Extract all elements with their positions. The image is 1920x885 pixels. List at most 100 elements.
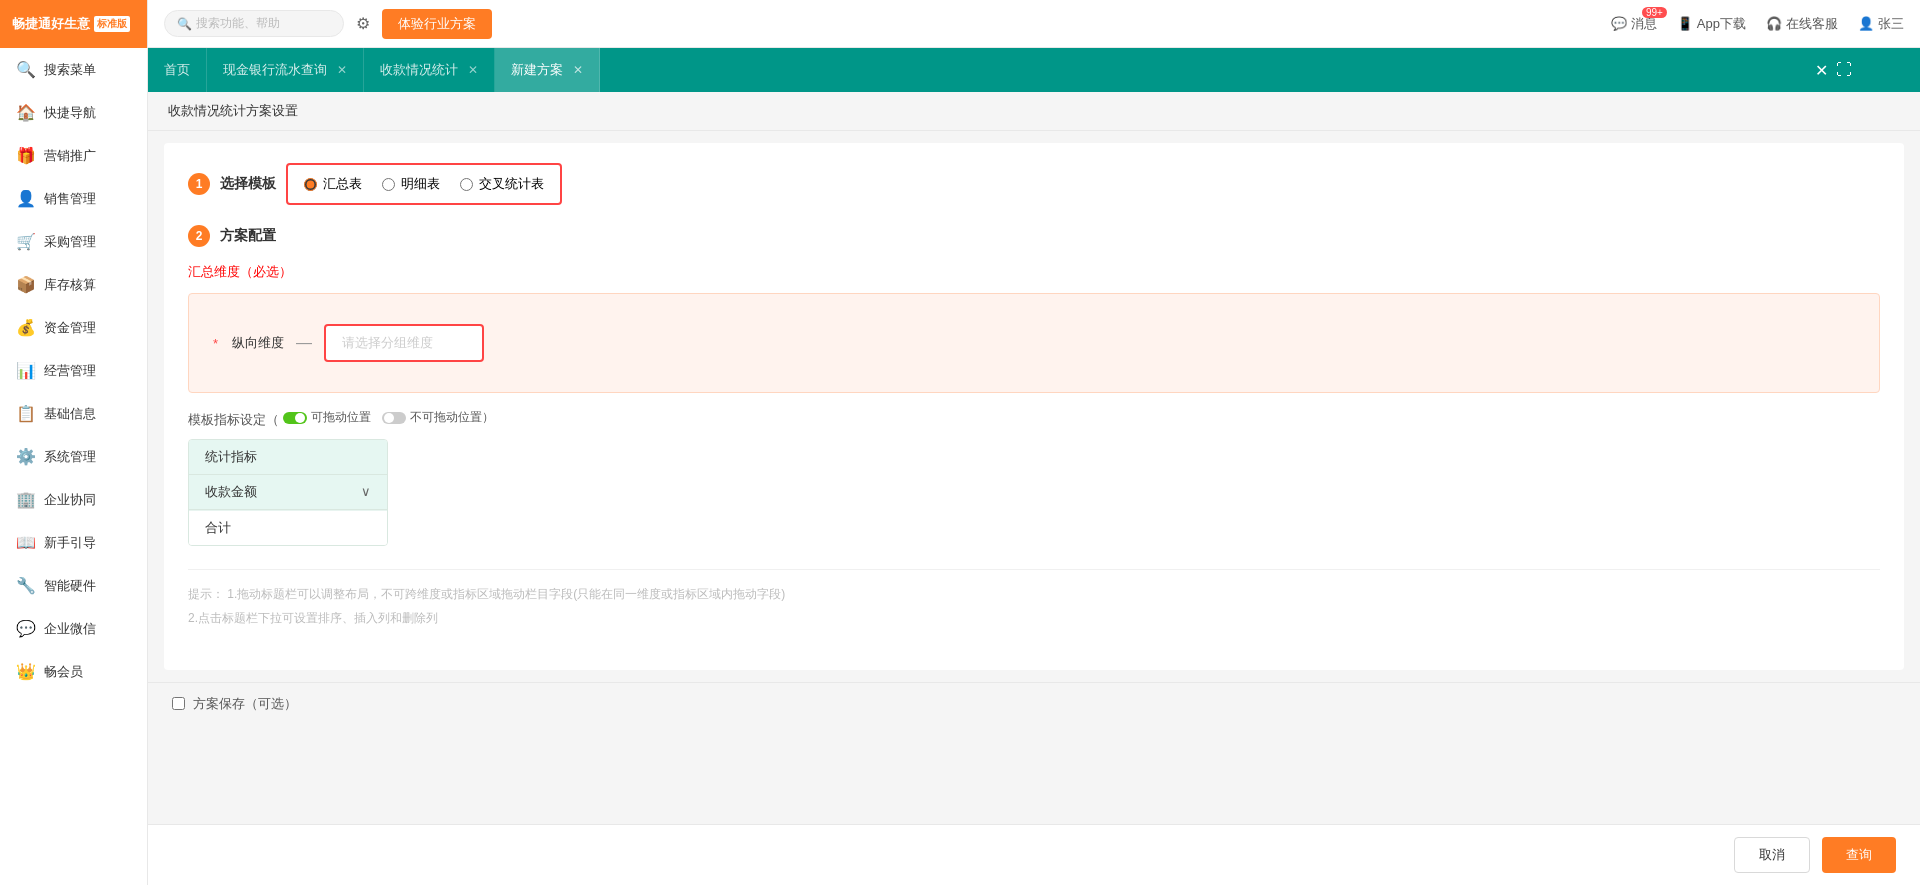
sidebar-item-label: 基础信息 xyxy=(44,405,96,423)
step2-header: 2 方案配置 xyxy=(188,225,1880,247)
tip-line2: 2.点击标题栏下拉可设置排序、插入列和删除列 xyxy=(188,606,1880,630)
radio-summary-label: 汇总表 xyxy=(323,175,362,193)
save-checkbox[interactable] xyxy=(172,697,185,710)
sidebar-item-label: 营销推广 xyxy=(44,147,96,165)
sidebar-item-guide[interactable]: 📖新手引导 xyxy=(0,521,147,564)
main-area: 🔍 搜索功能、帮助 ⚙ 体验行业方案 💬 消息 99+ 📱 App下载 🎧 在线… xyxy=(148,0,1920,885)
notification-badge: 99+ xyxy=(1642,7,1667,18)
tabbar-controls: ✕ ⛶ xyxy=(1815,48,1860,92)
dimension-area: * 纵向维度 — 请选择分组维度 xyxy=(188,293,1880,393)
draggable-label: 可拖动位置 xyxy=(311,409,371,426)
metrics-column-header[interactable]: 收款金额 ∨ xyxy=(189,475,387,510)
cancel-button[interactable]: 取消 xyxy=(1734,837,1810,873)
sidebar-item-purchase[interactable]: 🛒采购管理 xyxy=(0,220,147,263)
step2-number: 2 xyxy=(188,225,210,247)
sidebar-item-label: 搜索菜单 xyxy=(44,61,96,79)
nondraggable-hint: 不可拖动位置） xyxy=(382,409,494,426)
dimension-selector[interactable]: 请选择分组维度 xyxy=(324,324,484,362)
search-icon: 🔍 xyxy=(177,17,192,31)
sidebar-item-enterprise[interactable]: 🏢企业协同 xyxy=(0,478,147,521)
logo-badge: 标准版 xyxy=(94,16,130,32)
sidebar-item-search-menu[interactable]: 🔍搜索菜单 xyxy=(0,48,147,91)
tab-receipt-stat[interactable]: 收款情况统计✕ xyxy=(364,48,495,92)
sales-icon: 👤 xyxy=(16,189,36,208)
step1-number: 1 xyxy=(188,173,210,195)
metrics-label: 模板指标设定（ 可拖动位置 不可拖动位置） xyxy=(188,409,1880,429)
sidebar-item-label: 库存核算 xyxy=(44,276,96,294)
radio-summary[interactable]: 汇总表 xyxy=(304,175,362,193)
purchase-icon: 🛒 xyxy=(16,232,36,251)
tab-close-icon[interactable]: ✕ xyxy=(573,63,583,77)
radio-cross-label: 交叉统计表 xyxy=(479,175,544,193)
app-download-button[interactable]: 📱 App下载 xyxy=(1677,15,1746,33)
step1-label: 选择模板 xyxy=(220,175,276,193)
tab-new-plan[interactable]: 新建方案 ✕ xyxy=(495,48,600,92)
sidebar-item-quick-nav[interactable]: 🏠快捷导航 xyxy=(0,91,147,134)
column-label: 收款金额 xyxy=(205,483,257,501)
step2-section: 2 方案配置 汇总维度（必选） * 纵向维度 — 请选择分组维度 xyxy=(188,225,1880,630)
radio-detail-label: 明细表 xyxy=(401,175,440,193)
sidebar-item-label: 企业微信 xyxy=(44,620,96,638)
radio-cross-input[interactable] xyxy=(460,178,473,191)
tab-home[interactable]: 首页 xyxy=(148,48,207,92)
sidebar-item-label: 资金管理 xyxy=(44,319,96,337)
template-radio-group: 汇总表 明细表 交叉统计表 xyxy=(304,175,544,193)
column-dropdown-icon[interactable]: ∨ xyxy=(361,484,371,499)
tab-close-icon[interactable]: ✕ xyxy=(337,63,347,77)
sidebar-item-operations[interactable]: 📊经营管理 xyxy=(0,349,147,392)
tab-bank-flow[interactable]: 现金银行流水查询✕ xyxy=(207,48,364,92)
nondraggable-label: 不可拖动位置） xyxy=(410,409,494,426)
sidebar-item-label: 销售管理 xyxy=(44,190,96,208)
guide-icon: 📖 xyxy=(16,533,36,552)
sidebar-item-marketing[interactable]: 🎁营销推广 xyxy=(0,134,147,177)
sidebar-item-member[interactable]: 👑畅会员 xyxy=(0,650,147,693)
vertical-dim-label: 纵向维度 xyxy=(232,334,284,352)
sidebar-item-label: 智能硬件 xyxy=(44,577,96,595)
sidebar-item-label: 企业协同 xyxy=(44,491,96,509)
sidebar-item-hardware[interactable]: 🔧 智能硬件 xyxy=(0,564,147,607)
tip-line1: 提示： 1.拖动标题栏可以调整布局，不可跨维度或指标区域拖动栏目字段(只能在同一… xyxy=(188,582,1880,606)
system-icon: ⚙️ xyxy=(16,447,36,466)
sidebar-item-finance[interactable]: 💰资金管理 xyxy=(0,306,147,349)
content-area: 收款情况统计方案设置 1 选择模板 汇总表 xyxy=(148,92,1920,824)
close-window-icon[interactable]: ✕ xyxy=(1815,61,1828,80)
sidebar-item-system[interactable]: ⚙️系统管理 xyxy=(0,435,147,478)
dimension-row: * 纵向维度 — 请选择分组维度 xyxy=(213,324,484,362)
sidebar-item-basic-info[interactable]: 📋 基础信息 xyxy=(0,392,147,435)
sidebar-item-wechat[interactable]: 💬企业微信 xyxy=(0,607,147,650)
search-box[interactable]: 🔍 搜索功能、帮助 xyxy=(164,10,344,37)
quick-nav-icon: 🏠 xyxy=(16,103,36,122)
page-title: 收款情况统计方案设置 xyxy=(148,92,1920,131)
sidebar-item-sales[interactable]: 👤 销售管理 xyxy=(0,177,147,220)
metrics-table: 统计指标 收款金额 ∨ 合计 xyxy=(188,439,388,546)
hardware-icon: 🔧 xyxy=(16,576,36,595)
tabbar: 首页现金银行流水查询✕收款情况统计✕ 新建方案 ✕ ✕ ⛶ xyxy=(148,48,1920,92)
radio-cross[interactable]: 交叉统计表 xyxy=(460,175,544,193)
step1-header: 1 选择模板 汇总表 明细表 xyxy=(188,163,1880,205)
query-button[interactable]: 查询 xyxy=(1822,837,1896,873)
total-label: 合计 xyxy=(205,520,231,535)
user-profile[interactable]: 👤 张三 xyxy=(1858,15,1904,33)
required-mark: * xyxy=(213,336,218,351)
gear-icon[interactable]: ⚙ xyxy=(356,14,370,33)
template-selection-box: 汇总表 明细表 交叉统计表 xyxy=(286,163,562,205)
step2-label: 方案配置 xyxy=(220,227,276,245)
trial-button[interactable]: 体验行业方案 xyxy=(382,9,492,39)
draggable-hint: 可拖动位置 xyxy=(283,409,371,426)
radio-detail[interactable]: 明细表 xyxy=(382,175,440,193)
tab-close-icon[interactable]: ✕ xyxy=(468,63,478,77)
maximize-icon[interactable]: ⛶ xyxy=(1836,61,1852,79)
metrics-category-header: 统计指标 xyxy=(189,440,387,475)
basic-info-icon: 📋 xyxy=(16,404,36,423)
notification-button[interactable]: 💬 消息 99+ xyxy=(1611,15,1657,33)
online-service-button[interactable]: 🎧 在线客服 xyxy=(1766,15,1838,33)
topbar: 🔍 搜索功能、帮助 ⚙ 体验行业方案 💬 消息 99+ 📱 App下载 🎧 在线… xyxy=(148,0,1920,48)
radio-summary-input[interactable] xyxy=(304,178,317,191)
tab-label: 新建方案 xyxy=(511,61,563,79)
message-icon: 💬 xyxy=(1611,16,1627,31)
sidebar-item-inventory[interactable]: 📦库存核算 xyxy=(0,263,147,306)
radio-detail-input[interactable] xyxy=(382,178,395,191)
user-avatar: 👤 xyxy=(1858,16,1874,31)
headset-icon: 🎧 xyxy=(1766,16,1782,31)
save-label[interactable]: 方案保存（可选） xyxy=(193,695,297,713)
